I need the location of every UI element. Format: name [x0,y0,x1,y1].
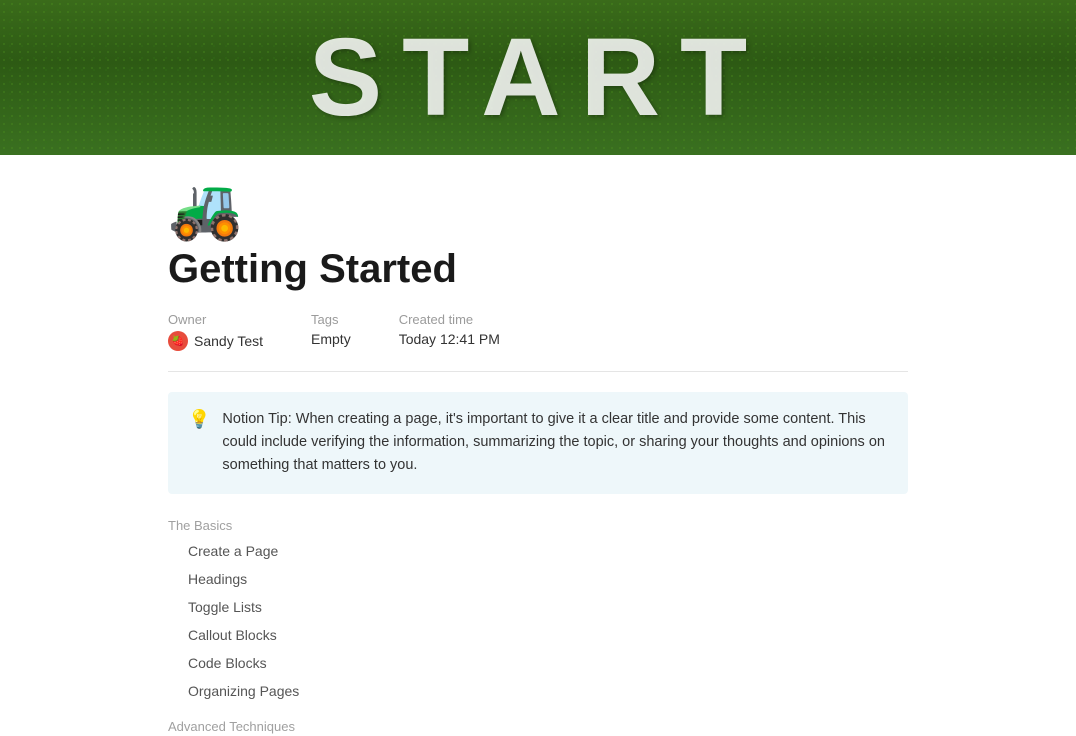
hero-text: START [309,14,767,141]
owner-value[interactable]: 🍓 Sandy Test [168,331,263,351]
owner-field: Owner 🍓 Sandy Test [168,312,263,351]
tags-field: Tags Empty [311,312,351,351]
tags-label: Tags [311,312,351,327]
hero-banner: START [0,0,1076,155]
owner-avatar: 🍓 [168,331,188,351]
list-item: Callout Blocks [184,621,908,649]
list-item: Headings [184,565,908,593]
list-item: Create a Page [184,537,908,565]
owner-label: Owner [168,312,263,327]
callout-icon: 💡 [188,409,210,430]
created-field: Created time Today 12:41 PM [399,312,500,351]
created-value: Today 12:41 PM [399,331,500,347]
nav-link-code-blocks[interactable]: Code Blocks [184,653,908,673]
list-item: Organizing Pages [184,677,908,705]
section-label-basics: The Basics [168,518,232,533]
metadata-section: Owner 🍓 Sandy Test Tags Empty Created ti… [168,312,908,372]
section-label-advanced: Advanced Techniques [168,719,295,734]
nav-sections: The Basics Create a Page Headings Toggle… [168,518,908,736]
list-item: Code Blocks [184,649,908,677]
owner-name: Sandy Test [194,333,263,349]
page-icon: 🚜 [168,179,908,239]
created-label: Created time [399,312,500,327]
nav-link-headings[interactable]: Headings [184,569,908,589]
callout-block: 💡 Notion Tip: When creating a page, it's… [168,392,908,494]
tags-value[interactable]: Empty [311,331,351,347]
nav-link-create-page[interactable]: Create a Page [184,541,908,561]
list-item: Toggle Lists [184,593,908,621]
page-content: 🚜 Getting Started Owner 🍓 Sandy Test Tag… [88,179,988,736]
nav-link-toggle-lists[interactable]: Toggle Lists [184,597,908,617]
basics-nav-list: Create a Page Headings Toggle Lists Call… [184,537,908,705]
nav-link-organizing-pages[interactable]: Organizing Pages [184,681,908,701]
section-header-advanced: Advanced Techniques [168,717,908,736]
callout-text: Notion Tip: When creating a page, it's i… [222,408,888,478]
nav-link-callout-blocks[interactable]: Callout Blocks [184,625,908,645]
page-title: Getting Started [168,247,908,292]
section-header-basics: The Basics [168,518,908,533]
